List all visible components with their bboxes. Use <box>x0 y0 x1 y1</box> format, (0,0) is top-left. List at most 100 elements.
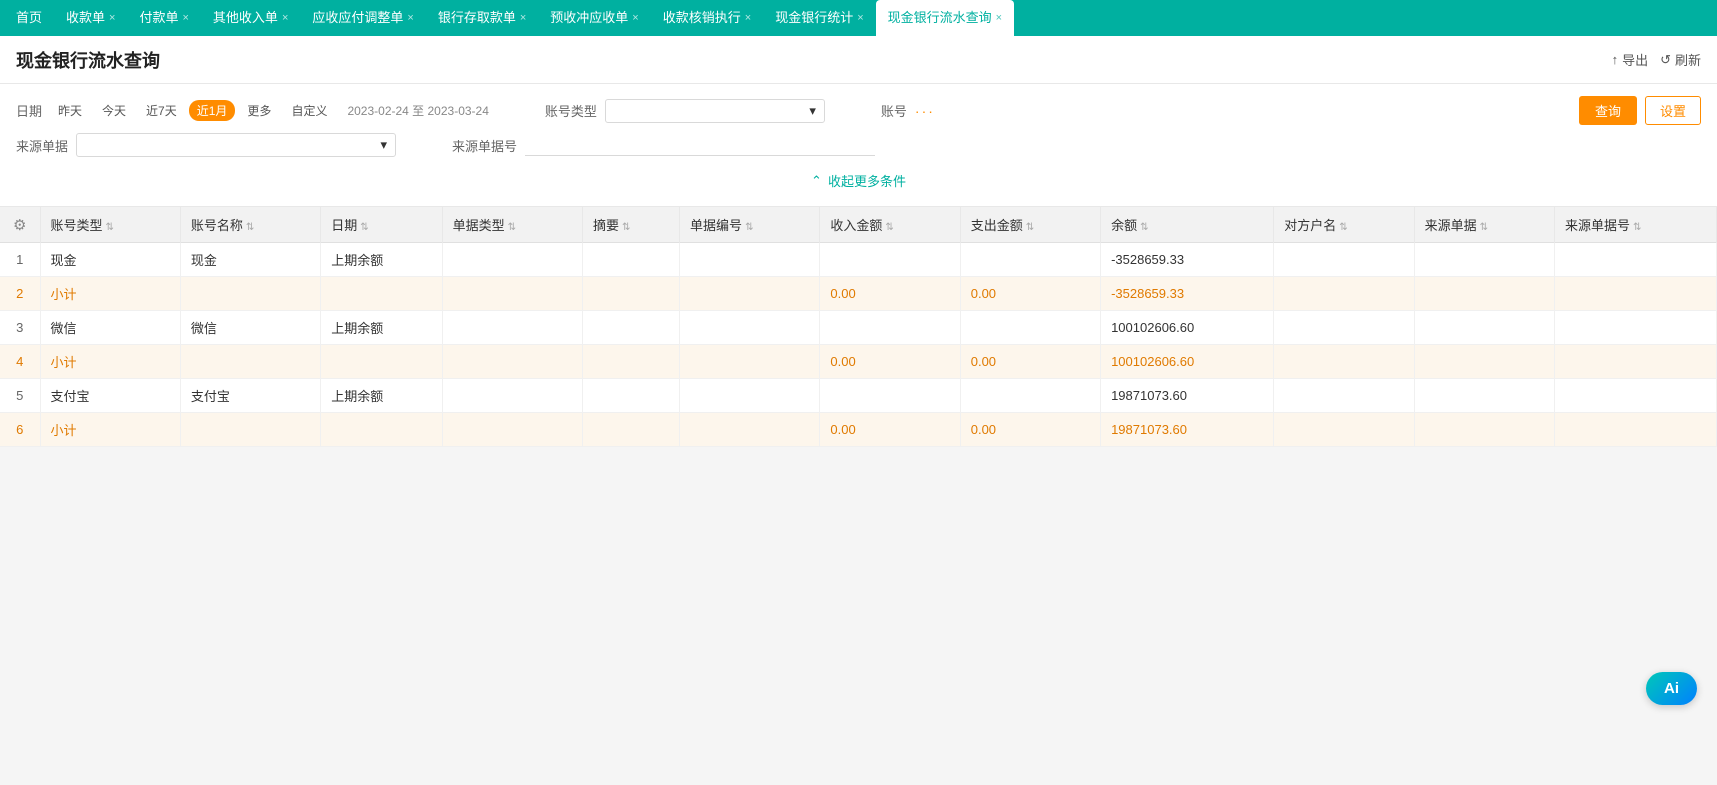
sort-icon-counterparty[interactable]: ⇅ <box>1339 222 1347 233</box>
account-type-select[interactable]: ▾ <box>605 99 825 123</box>
gear-icon[interactable]: ⚙ <box>13 217 26 234</box>
action-buttons: 查询 设置 <box>1579 96 1701 125</box>
cell-expense <box>960 243 1100 277</box>
nav-tab-现金银行统计[interactable]: 现金银行统计× <box>763 0 875 36</box>
date-filter-group: 日期 昨天今天近7天近1月更多自定义 2023-02-24 至 2023-03-… <box>16 100 489 121</box>
col-label-date: 日期 <box>331 218 357 233</box>
cell-account_type: 现金 <box>40 243 180 277</box>
cell-account_name <box>180 345 320 379</box>
source-doc-no-group: 来源单据号 <box>452 134 875 156</box>
sort-icon-doc_no[interactable]: ⇅ <box>745 222 753 233</box>
cell-balance: 100102606.60 <box>1101 311 1274 345</box>
cell-doc_no <box>680 413 820 447</box>
nav-tab-现金银行流水查询[interactable]: 现金银行流水查询× <box>876 0 1014 36</box>
export-icon: ↑ <box>1612 52 1619 67</box>
account-type-label: 账号类型 <box>545 101 597 120</box>
nav-tab-应收应付调整单[interactable]: 应收应付调整单× <box>300 0 425 36</box>
data-table: ⚙账号类型⇅账号名称⇅日期⇅单据类型⇅摘要⇅单据编号⇅收入金额⇅支出金额⇅余额⇅… <box>0 207 1717 447</box>
col-header-settings[interactable]: ⚙ <box>0 207 40 243</box>
filter-row-2: 来源单据 ▾ 来源单据号 <box>16 133 1701 157</box>
account-dots-button[interactable]: ··· <box>915 103 935 119</box>
collapse-bar[interactable]: ⌃ 收起更多条件 <box>16 165 1701 194</box>
date-btn-自定义[interactable]: 自定义 <box>283 100 335 121</box>
nav-tab-label: 现金银行流水查询 <box>888 0 992 36</box>
col-label-counterparty: 对方户名 <box>1284 218 1336 233</box>
date-btn-近7天[interactable]: 近7天 <box>138 100 185 121</box>
col-label-doc_no: 单据编号 <box>690 218 742 233</box>
date-btn-昨天[interactable]: 昨天 <box>50 100 90 121</box>
settings-button[interactable]: 设置 <box>1645 96 1701 125</box>
col-header-account_type[interactable]: 账号类型⇅ <box>40 207 180 243</box>
col-header-income[interactable]: 收入金额⇅ <box>820 207 960 243</box>
col-header-counterparty[interactable]: 对方户名⇅ <box>1274 207 1414 243</box>
sort-icon-summary[interactable]: ⇅ <box>622 222 630 233</box>
sort-icon-doc_type[interactable]: ⇅ <box>508 222 516 233</box>
account-type-chevron: ▾ <box>809 103 816 119</box>
sort-icon-account_name[interactable]: ⇅ <box>246 222 254 233</box>
cell-balance: -3528659.33 <box>1101 243 1274 277</box>
col-header-doc_type[interactable]: 单据类型⇅ <box>442 207 582 243</box>
col-header-doc_no[interactable]: 单据编号⇅ <box>680 207 820 243</box>
nav-tab-close[interactable]: × <box>109 0 115 36</box>
col-label-doc_type: 单据类型 <box>453 218 505 233</box>
sort-icon-source_doc_no[interactable]: ⇅ <box>1633 222 1641 233</box>
col-header-source_doc[interactable]: 来源单据⇅ <box>1414 207 1554 243</box>
cell-account_name: 现金 <box>180 243 320 277</box>
nav-tab-收款核销执行[interactable]: 收款核销执行× <box>651 0 763 36</box>
nav-tab-close[interactable]: × <box>182 0 188 36</box>
table-header: ⚙账号类型⇅账号名称⇅日期⇅单据类型⇅摘要⇅单据编号⇅收入金额⇅支出金额⇅余额⇅… <box>0 207 1717 243</box>
sort-icon-expense[interactable]: ⇅ <box>1026 222 1034 233</box>
nav-tab-收款单[interactable]: 收款单× <box>54 0 127 36</box>
col-header-account_name[interactable]: 账号名称⇅ <box>180 207 320 243</box>
nav-home[interactable]: 首页 <box>4 0 54 36</box>
nav-tab-label: 应收应付调整单 <box>312 0 403 36</box>
source-doc-no-input[interactable] <box>525 134 875 156</box>
col-header-expense[interactable]: 支出金额⇅ <box>960 207 1100 243</box>
cell-expense: 0.00 <box>960 413 1100 447</box>
cell-doc_no <box>680 243 820 277</box>
sort-icon-balance[interactable]: ⇅ <box>1140 222 1148 233</box>
col-header-source_doc_no[interactable]: 来源单据号⇅ <box>1554 207 1716 243</box>
nav-tab-close[interactable]: × <box>996 0 1002 36</box>
nav-tab-close[interactable]: × <box>745 0 751 36</box>
nav-tab-银行存取款单[interactable]: 银行存取款单× <box>426 0 538 36</box>
refresh-button[interactable]: ↺ 刷新 <box>1660 50 1701 69</box>
date-btn-更多[interactable]: 更多 <box>239 100 279 121</box>
col-header-balance[interactable]: 余额⇅ <box>1101 207 1274 243</box>
col-header-date[interactable]: 日期⇅ <box>321 207 442 243</box>
source-doc-select[interactable]: ▾ <box>76 133 396 157</box>
date-btn-今天[interactable]: 今天 <box>94 100 134 121</box>
cell-counterparty <box>1274 243 1414 277</box>
sort-icon-date[interactable]: ⇅ <box>360 222 368 233</box>
nav-tab-close[interactable]: × <box>520 0 526 36</box>
nav-tab-付款单[interactable]: 付款单× <box>127 0 200 36</box>
cell-account_type: 小计 <box>40 277 180 311</box>
sort-icon-account_type[interactable]: ⇅ <box>106 222 114 233</box>
col-header-summary[interactable]: 摘要⇅ <box>582 207 679 243</box>
nav-tab-close[interactable]: × <box>407 0 413 36</box>
cell-summary <box>582 345 679 379</box>
cell-balance: 19871073.60 <box>1101 413 1274 447</box>
date-btn-近1月[interactable]: 近1月 <box>189 100 236 121</box>
col-label-balance: 余额 <box>1111 218 1137 233</box>
ai-badge[interactable]: Ai <box>1646 672 1697 705</box>
sort-icon-source_doc[interactable]: ⇅ <box>1480 222 1488 233</box>
nav-tab-预收冲应收单[interactable]: 预收冲应收单× <box>538 0 650 36</box>
sort-icon-income[interactable]: ⇅ <box>885 222 893 233</box>
query-button[interactable]: 查询 <box>1579 96 1637 125</box>
cell-source_doc_no <box>1554 345 1716 379</box>
cell-summary <box>582 277 679 311</box>
nav-tab-其他收入单[interactable]: 其他收入单× <box>201 0 300 36</box>
export-label: 导出 <box>1622 50 1648 69</box>
cell-account_type: 微信 <box>40 311 180 345</box>
cell-source_doc <box>1414 345 1554 379</box>
cell-source_doc_no <box>1554 243 1716 277</box>
export-button[interactable]: ↑ 导出 <box>1612 50 1649 69</box>
refresh-label: 刷新 <box>1675 50 1701 69</box>
filter-area: 日期 昨天今天近7天近1月更多自定义 2023-02-24 至 2023-03-… <box>0 84 1717 207</box>
nav-tab-close[interactable]: × <box>632 0 638 36</box>
cell-counterparty <box>1274 379 1414 413</box>
nav-tab-close[interactable]: × <box>282 0 288 36</box>
table-container: ⚙账号类型⇅账号名称⇅日期⇅单据类型⇅摘要⇅单据编号⇅收入金额⇅支出金额⇅余额⇅… <box>0 207 1717 447</box>
nav-tab-close[interactable]: × <box>857 0 863 36</box>
